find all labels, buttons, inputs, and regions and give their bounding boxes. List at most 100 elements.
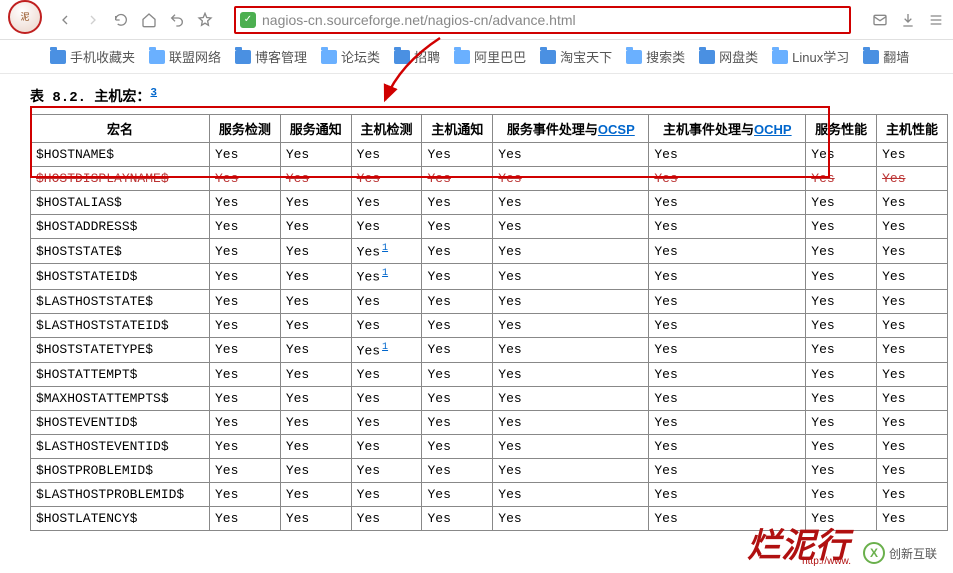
macro-value-cell: Yes: [493, 386, 649, 410]
footnote-link[interactable]: 1: [382, 268, 388, 279]
bookmark-item[interactable]: 招聘: [394, 47, 440, 66]
macro-name-cell: $HOSTATTEMPT$: [31, 362, 210, 386]
macro-name-cell: $HOSTSTATEID$: [31, 264, 210, 289]
macro-value-cell: Yes: [209, 362, 280, 386]
macro-value-cell: Yes: [877, 167, 948, 191]
macro-value-cell: Yes: [422, 386, 493, 410]
bookmark-label: 阿里巴巴: [474, 47, 526, 66]
macro-value-cell: Yes: [422, 215, 493, 239]
macro-value-cell: Yes: [493, 337, 649, 362]
macro-value-cell: Yes: [209, 167, 280, 191]
macro-value-cell: Yes: [280, 434, 351, 458]
macro-value-cell: Yes: [649, 167, 806, 191]
macro-value-cell: Yes: [649, 289, 806, 313]
macro-value-cell: Yes: [351, 410, 422, 434]
macro-value-cell: Yes: [493, 289, 649, 313]
macro-value-cell: Yes1: [351, 337, 422, 362]
macro-value-cell: Yes: [209, 506, 280, 530]
bookmark-item[interactable]: 博客管理: [235, 47, 307, 66]
table-header: 服务通知: [280, 115, 351, 143]
bookmark-item[interactable]: 联盟网络: [149, 47, 221, 66]
url-text: nagios-cn.sourceforge.net/nagios-cn/adva…: [262, 12, 845, 28]
macro-value-cell: Yes: [280, 362, 351, 386]
table-row: $LASTHOSTSTATE$YesYesYesYesYesYesYesYes: [31, 289, 948, 313]
bookmark-label: 联盟网络: [169, 47, 221, 66]
macro-value-cell: Yes: [806, 191, 877, 215]
macro-name-cell: $HOSTEVENTID$: [31, 410, 210, 434]
watermark: http://www. 烂泥行 X 创新互联: [747, 518, 943, 567]
table-caption: 表 8.2. 主机宏：3: [30, 86, 947, 106]
macro-name-cell: $HOSTLATENCY$: [31, 506, 210, 530]
macro-value-cell: Yes: [806, 215, 877, 239]
watermark-url: http://www.: [802, 556, 851, 567]
macro-value-cell: Yes: [422, 289, 493, 313]
bookmark-item[interactable]: 论坛类: [321, 47, 380, 66]
browser-toolbar: 泥 ✓ nagios-cn.sourceforge.net/nagios-cn/…: [0, 0, 953, 40]
bookmark-item[interactable]: 阿里巴巴: [454, 47, 526, 66]
macro-value-cell: Yes: [422, 143, 493, 167]
mail-icon[interactable]: [871, 11, 889, 29]
reload-button[interactable]: [112, 11, 130, 29]
address-bar[interactable]: ✓ nagios-cn.sourceforge.net/nagios-cn/ad…: [234, 6, 851, 34]
macro-value-cell: Yes: [351, 386, 422, 410]
bookmark-item[interactable]: Linux学习: [772, 47, 849, 66]
folder-icon: [863, 50, 879, 64]
bookmark-label: Linux学习: [792, 47, 849, 66]
macro-value-cell: Yes: [877, 143, 948, 167]
macro-value-cell: Yes1: [351, 264, 422, 289]
macro-value-cell: Yes: [806, 362, 877, 386]
footnote-link[interactable]: 1: [382, 342, 388, 353]
menu-icon[interactable]: [927, 11, 945, 29]
macro-value-cell: Yes: [422, 264, 493, 289]
macro-name-cell: $LASTHOSTSTATE$: [31, 289, 210, 313]
macro-name-cell: $HOSTDISPLAYNAME$: [31, 167, 210, 191]
macro-value-cell: Yes: [280, 386, 351, 410]
macro-value-cell: Yes: [280, 239, 351, 264]
macro-value-cell: Yes: [209, 458, 280, 482]
macro-value-cell: Yes: [209, 289, 280, 313]
macro-value-cell: Yes: [806, 167, 877, 191]
macro-value-cell: Yes: [280, 458, 351, 482]
macro-value-cell: Yes1: [351, 239, 422, 264]
bookmark-item[interactable]: 手机收藏夹: [50, 47, 135, 66]
macro-value-cell: Yes: [422, 239, 493, 264]
macro-value-cell: Yes: [877, 434, 948, 458]
bookmark-label: 淘宝天下: [560, 47, 612, 66]
macro-value-cell: Yes: [422, 482, 493, 506]
bookmark-item[interactable]: 网盘类: [699, 47, 758, 66]
caption-footnote-link[interactable]: 3: [150, 87, 157, 99]
macro-value-cell: Yes: [806, 289, 877, 313]
bookmark-label: 翻墙: [883, 47, 909, 66]
home-button[interactable]: [140, 11, 158, 29]
folder-icon: [772, 50, 788, 64]
macro-value-cell: Yes: [877, 458, 948, 482]
bookmark-label: 搜索类: [646, 47, 685, 66]
folder-icon: [454, 50, 470, 64]
macro-value-cell: Yes: [806, 313, 877, 337]
macro-value-cell: Yes: [649, 362, 806, 386]
bookmark-item[interactable]: 搜索类: [626, 47, 685, 66]
forward-button[interactable]: [84, 11, 102, 29]
macro-value-cell: Yes: [209, 264, 280, 289]
macro-value-cell: Yes: [351, 191, 422, 215]
macro-value-cell: Yes: [493, 239, 649, 264]
macro-value-cell: Yes: [649, 386, 806, 410]
bookmarks-bar: 手机收藏夹 联盟网络博客管理论坛类招聘 阿里巴巴 淘宝天下 搜索类网盘类 Linux学习 翻…: [0, 40, 953, 74]
macro-value-cell: Yes: [649, 434, 806, 458]
header-link[interactable]: OCSP: [598, 122, 635, 137]
bookmark-item[interactable]: 翻墙: [863, 47, 909, 66]
back-button[interactable]: [56, 11, 74, 29]
footnote-link[interactable]: 1: [382, 243, 388, 254]
favorite-button[interactable]: [196, 11, 214, 29]
macro-value-cell: Yes: [422, 410, 493, 434]
table-header: 主机性能: [877, 115, 948, 143]
macro-value-cell: Yes: [493, 506, 649, 530]
undo-button[interactable]: [168, 11, 186, 29]
download-icon[interactable]: [899, 11, 917, 29]
macro-value-cell: Yes: [649, 143, 806, 167]
macro-value-cell: Yes: [209, 313, 280, 337]
macro-value-cell: Yes: [649, 313, 806, 337]
bookmark-label: 手机收藏夹: [70, 47, 135, 66]
bookmark-item[interactable]: 淘宝天下: [540, 47, 612, 66]
header-link[interactable]: OCHP: [754, 122, 792, 137]
